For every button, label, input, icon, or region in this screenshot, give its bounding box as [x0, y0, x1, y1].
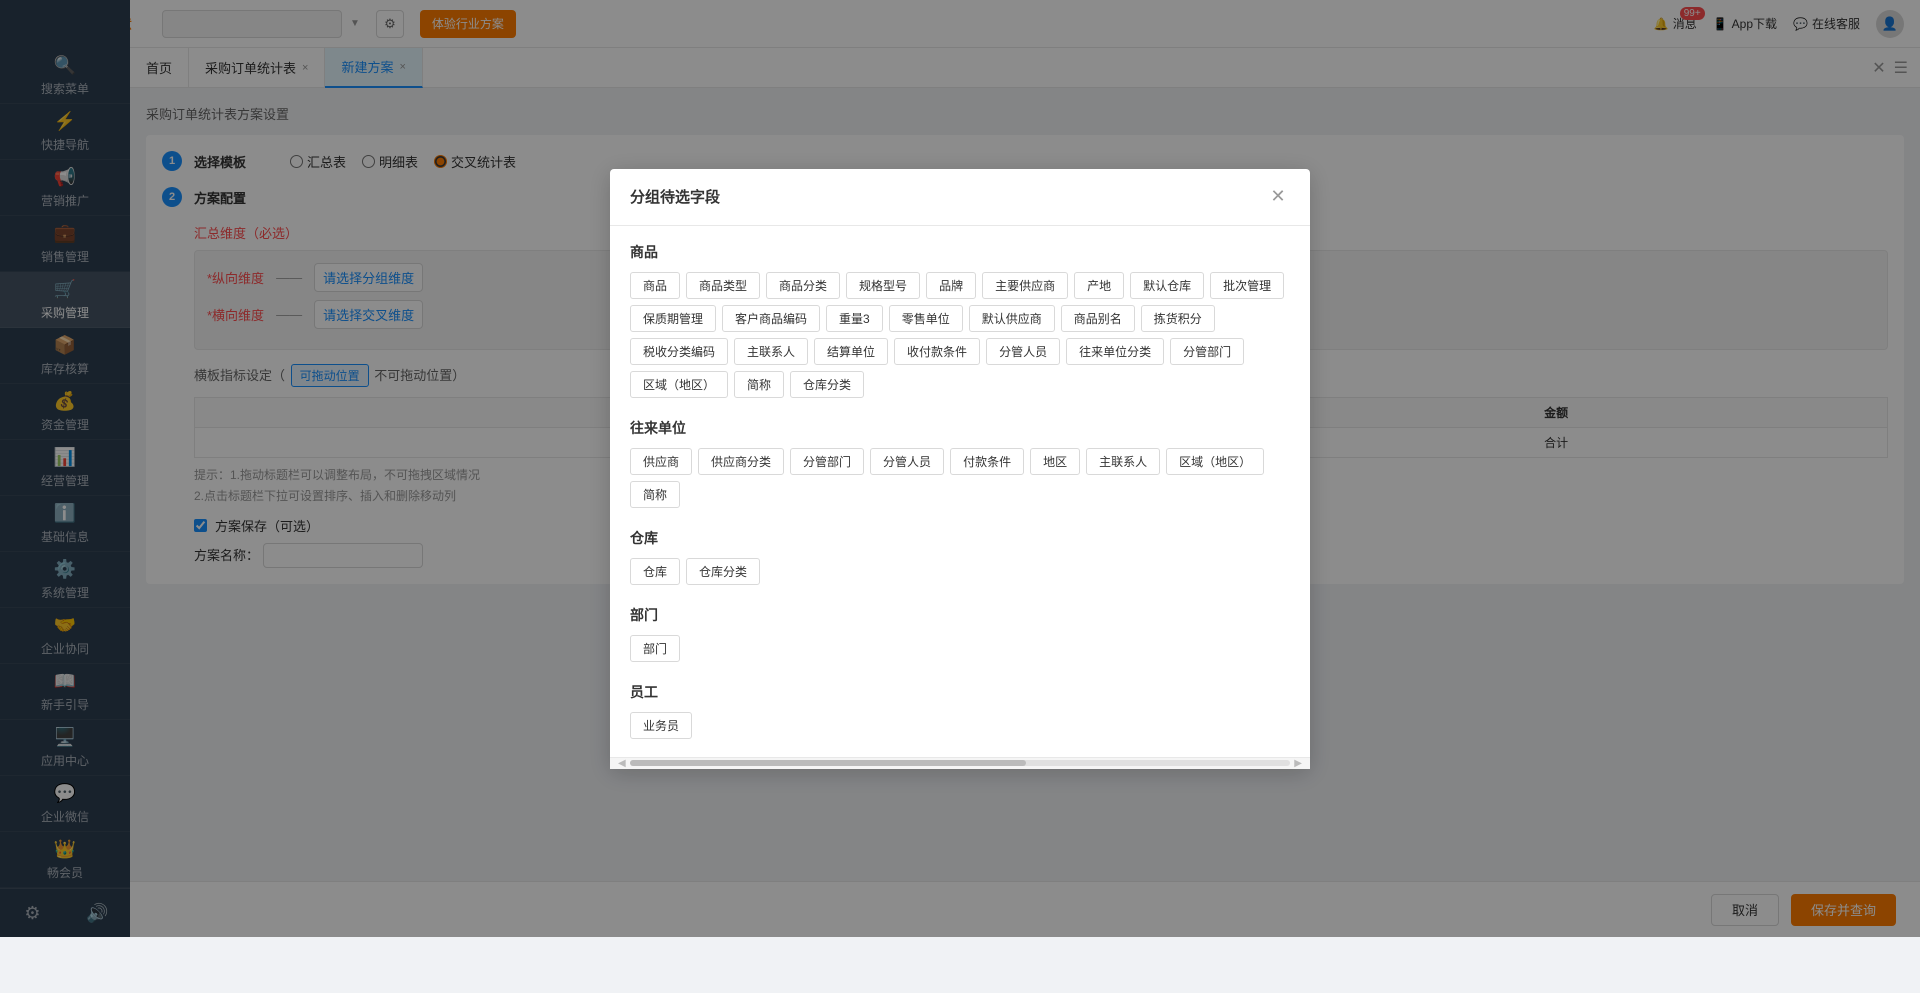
- field-tag-1-1[interactable]: 供应商分类: [698, 448, 784, 475]
- field-tag-0-9[interactable]: 保质期管理: [630, 305, 716, 332]
- field-tags-0: 商品商品类型商品分类规格型号品牌主要供应商产地默认仓库批次管理保质期管理客户商品…: [630, 272, 1290, 398]
- field-tag-0-6[interactable]: 产地: [1074, 272, 1124, 299]
- field-section-3: 部门部门: [630, 605, 1290, 662]
- modal-title: 分组待选字段: [630, 186, 720, 207]
- field-tag-2-1[interactable]: 仓库分类: [686, 558, 760, 585]
- field-section-2: 仓库仓库仓库分类: [630, 528, 1290, 585]
- field-tag-0-1[interactable]: 商品类型: [686, 272, 760, 299]
- modal-dialog: 分组待选字段 ✕ 商品商品商品类型商品分类规格型号品牌主要供应商产地默认仓库批次…: [610, 169, 1310, 769]
- field-tag-0-11[interactable]: 重量3: [826, 305, 883, 332]
- field-tag-0-0[interactable]: 商品: [630, 272, 680, 299]
- field-tag-3-0[interactable]: 部门: [630, 635, 680, 662]
- field-tag-4-0[interactable]: 业务员: [630, 712, 692, 739]
- field-tag-0-21[interactable]: 往来单位分类: [1066, 338, 1164, 365]
- section-title-2: 仓库: [630, 528, 1290, 548]
- field-tag-0-19[interactable]: 收付款条件: [894, 338, 980, 365]
- field-tag-0-22[interactable]: 分管部门: [1170, 338, 1244, 365]
- field-tag-1-5[interactable]: 地区: [1030, 448, 1080, 475]
- field-tag-0-2[interactable]: 商品分类: [766, 272, 840, 299]
- modal-header: 分组待选字段 ✕: [610, 169, 1310, 226]
- field-tags-3: 部门: [630, 635, 1290, 662]
- field-tags-2: 仓库仓库分类: [630, 558, 1290, 585]
- field-tag-1-4[interactable]: 付款条件: [950, 448, 1024, 475]
- field-tag-1-8[interactable]: 简称: [630, 481, 680, 508]
- field-tag-0-16[interactable]: 税收分类编码: [630, 338, 728, 365]
- field-tag-0-14[interactable]: 商品别名: [1061, 305, 1135, 332]
- field-tag-0-15[interactable]: 拣货积分: [1141, 305, 1215, 332]
- modal-horizontal-scrollbar[interactable]: ◀ ▶: [610, 757, 1310, 769]
- field-tags-4: 业务员: [630, 712, 1290, 739]
- field-section-0: 商品商品商品类型商品分类规格型号品牌主要供应商产地默认仓库批次管理保质期管理客户…: [630, 242, 1290, 398]
- section-title-3: 部门: [630, 605, 1290, 625]
- field-tag-0-25[interactable]: 仓库分类: [790, 371, 864, 398]
- scroll-track[interactable]: [630, 760, 1291, 766]
- field-tag-0-17[interactable]: 主联系人: [734, 338, 808, 365]
- section-title-0: 商品: [630, 242, 1290, 262]
- modal-body[interactable]: 商品商品商品类型商品分类规格型号品牌主要供应商产地默认仓库批次管理保质期管理客户…: [610, 226, 1310, 757]
- field-tag-0-23[interactable]: 区域（地区）: [630, 371, 728, 398]
- field-tag-0-24[interactable]: 简称: [734, 371, 784, 398]
- field-tag-1-7[interactable]: 区域（地区）: [1166, 448, 1264, 475]
- field-tag-0-13[interactable]: 默认供应商: [969, 305, 1055, 332]
- field-section-4: 员工业务员: [630, 682, 1290, 739]
- section-title-4: 员工: [630, 682, 1290, 702]
- scroll-thumb[interactable]: [630, 760, 1026, 766]
- field-tag-1-6[interactable]: 主联系人: [1086, 448, 1160, 475]
- modal-overlay: 分组待选字段 ✕ 商品商品商品类型商品分类规格型号品牌主要供应商产地默认仓库批次…: [0, 0, 1920, 937]
- field-tag-0-8[interactable]: 批次管理: [1210, 272, 1284, 299]
- field-section-1: 往来单位供应商供应商分类分管部门分管人员付款条件地区主联系人区域（地区） 简称: [630, 418, 1290, 508]
- field-tag-0-18[interactable]: 结算单位: [814, 338, 888, 365]
- field-tag-0-5[interactable]: 主要供应商: [982, 272, 1068, 299]
- field-tag-0-3[interactable]: 规格型号: [846, 272, 920, 299]
- modal-close-button[interactable]: ✕: [1266, 185, 1290, 209]
- field-tag-0-7[interactable]: 默认仓库: [1130, 272, 1204, 299]
- field-tag-1-0[interactable]: 供应商: [630, 448, 692, 475]
- field-tag-0-10[interactable]: 客户商品编码: [722, 305, 820, 332]
- field-tag-0-12[interactable]: 零售单位: [889, 305, 963, 332]
- section-title-1: 往来单位: [630, 418, 1290, 438]
- field-tag-1-2[interactable]: 分管部门: [790, 448, 864, 475]
- field-tag-2-0[interactable]: 仓库: [630, 558, 680, 585]
- field-tag-0-20[interactable]: 分管人员: [986, 338, 1060, 365]
- field-tag-1-3[interactable]: 分管人员: [870, 448, 944, 475]
- field-tag-0-4[interactable]: 品牌: [926, 272, 976, 299]
- field-tags-1: 供应商供应商分类分管部门分管人员付款条件地区主联系人区域（地区） 简称: [630, 448, 1290, 508]
